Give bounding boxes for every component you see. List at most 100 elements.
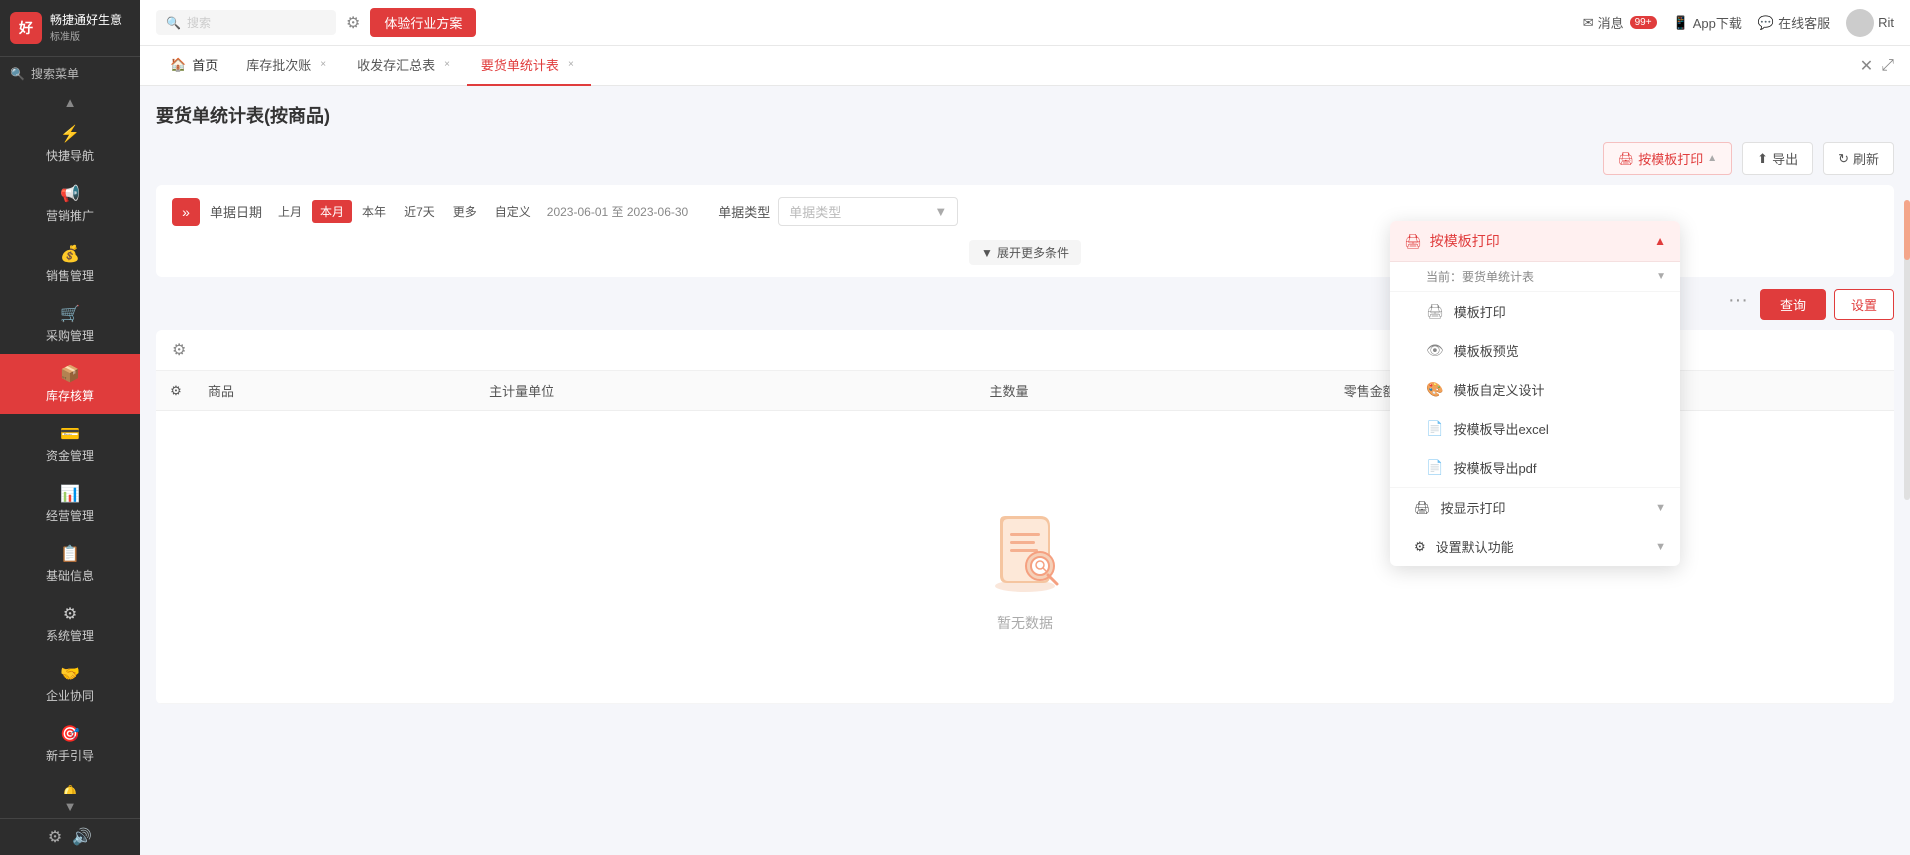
sidebar-item-enterprise[interactable]: 🤝 企业协同 [0, 654, 140, 714]
sidebar-item-finance[interactable]: 💳 资金管理 [0, 414, 140, 474]
print-dropdown-header[interactable]: 🖨 按模板打印 ▲ [1390, 221, 1680, 262]
order-type-dropdown[interactable]: 单据类型 ▼ [778, 197, 958, 226]
print-set-default-sub[interactable]: ⚙ 设置默认功能 ▼ [1390, 527, 1680, 566]
sidebar-scroll-down[interactable]: ▼ [0, 794, 140, 818]
col-unit: 主计量单位 [477, 371, 977, 411]
sidebar-item-purchase[interactable]: 🛒 采购管理 [0, 294, 140, 354]
action-area: 🖨 按模板打印 ▲ ⬆ 导出 ↻ 刷新 [156, 142, 1894, 175]
date-range-display: 2023-06-01 至 2023-06-30 [547, 203, 688, 220]
template-preview-label: 模板板预览 [1454, 341, 1519, 360]
template-export-excel-icon: 📄 [1426, 420, 1443, 437]
operations-icon: 📊 [60, 484, 80, 504]
tab-collection-summary-close[interactable]: × [441, 58, 453, 71]
topbar-search-text: 搜索 [187, 14, 211, 31]
sidebar-item-label: 采购管理 [46, 327, 94, 344]
sidebar-item-system[interactable]: ⚙ 系统管理 [0, 594, 140, 654]
online-support-label: 在线客服 [1778, 13, 1830, 32]
tab-requisition-stats-label: 要货单统计表 [481, 55, 559, 74]
messages-icon: ✉ [1583, 15, 1594, 31]
trial-button[interactable]: 体验行业方案 [370, 8, 476, 37]
sidebar-item-sales[interactable]: 💰 销售管理 [0, 234, 140, 294]
sidebar-item-label: 资金管理 [46, 447, 94, 464]
sidebar-item-quick-nav[interactable]: ⚡ 快捷导航 [0, 114, 140, 174]
date-tab-custom[interactable]: 自定义 [487, 200, 539, 223]
template-export-excel-label: 按模板导出excel [1453, 419, 1548, 438]
tab-requisition-stats-close[interactable]: × [565, 58, 577, 71]
print-template-preview-item[interactable]: 👁 模板板预览 [1390, 331, 1680, 370]
print-display-print-sub[interactable]: 🖨 按显示打印 ▼ [1390, 488, 1680, 527]
date-tab-last-7-days[interactable]: 近7天 [396, 200, 443, 223]
tab-close-all-icon[interactable]: ✕ [1860, 56, 1873, 76]
guide-icon: 🎯 [60, 724, 80, 744]
date-tab-prev-month[interactable]: 上月 [270, 200, 310, 223]
sidebar-search[interactable]: 🔍 搜索菜单 [0, 57, 140, 90]
sidebar-item-guide[interactable]: 🎯 新手引导 [0, 714, 140, 774]
order-type-label: 单据类型 [718, 202, 770, 221]
right-scroll-thumb[interactable] [1904, 200, 1910, 260]
sidebar-item-operations[interactable]: 📊 经营管理 [0, 474, 140, 534]
app-download-action[interactable]: 📱 App下载 [1673, 13, 1742, 32]
sidebar-item-marketing[interactable]: 📢 营销推广 [0, 174, 140, 234]
tab-requisition-stats[interactable]: 要货单统计表 × [467, 46, 591, 86]
tab-home[interactable]: 🏠 首页 [156, 46, 232, 86]
purchase-icon: 🛒 [60, 304, 80, 324]
tab-batch-account[interactable]: 库存批次账 × [232, 46, 343, 86]
right-scroll-bar[interactable] [1904, 200, 1910, 500]
print-template-design-item[interactable]: 🎨 模板自定义设计 [1390, 370, 1680, 409]
settings-button[interactable]: 设置 [1834, 289, 1894, 320]
col-quantity: 主数量 [978, 371, 1332, 411]
sidebar: 好 畅捷通好生意 标准版 🔍 搜索菜单 ▲ ⚡ 快捷导航 📢 营销推广 💰 销售… [0, 0, 140, 855]
sidebar-item-label: 基础信息 [46, 567, 94, 584]
filter-expand-button[interactable]: » [172, 198, 200, 226]
table-settings-icon[interactable]: ⚙ [172, 340, 186, 360]
query-button[interactable]: 查询 [1760, 289, 1826, 320]
print-current-label: 当前：要货单统计表 [1426, 268, 1534, 285]
print-template-print-item[interactable]: 🖨 模板打印 [1390, 292, 1680, 331]
display-print-icon: 🖨 [1414, 500, 1431, 516]
user-profile-action[interactable]: Rit [1846, 9, 1894, 37]
logo-text-block: 畅捷通好生意 标准版 [50, 13, 122, 44]
sidebar-item-label: 经营管理 [46, 507, 94, 524]
date-tab-current-year[interactable]: 本年 [354, 200, 394, 223]
date-tab-more[interactable]: 更多 [445, 200, 485, 223]
sidebar-item-label: 系统管理 [46, 627, 94, 644]
date-tab-current-month[interactable]: 本月 [312, 200, 352, 223]
print-template-export-pdf-item[interactable]: 📄 按模板导出pdf [1390, 448, 1680, 487]
sidebar-item-app-center[interactable]: 🔔 应用中心 [0, 774, 140, 794]
topbar-gear-icon[interactable]: ⚙ [346, 13, 360, 33]
print-template-export-excel-item[interactable]: 📄 按模板导出excel [1390, 409, 1680, 448]
expand-more-btn[interactable]: ▼ 展开更多条件 [969, 240, 1081, 265]
export-button[interactable]: ⬆ 导出 [1742, 142, 1813, 175]
template-export-pdf-icon: 📄 [1426, 459, 1443, 476]
messages-label: 消息 [1598, 13, 1624, 32]
sidebar-item-label: 营销推广 [46, 207, 94, 224]
sound-bottom-icon[interactable]: 🔊 [72, 827, 92, 847]
topbar-search[interactable]: 🔍 搜索 [156, 10, 336, 35]
more-options-icon[interactable]: ··· [1724, 289, 1752, 320]
expand-more-icon: ▼ [981, 246, 993, 260]
print-current-arrow-icon: ▼ [1656, 271, 1666, 282]
sidebar-bottom: ⚙ 🔊 [0, 818, 140, 855]
refresh-icon: ↻ [1838, 151, 1849, 167]
basic-icon: 📋 [60, 544, 80, 564]
tab-batch-account-close[interactable]: × [317, 58, 329, 71]
sidebar-item-inventory[interactable]: 📦 库存核算 [0, 354, 140, 414]
online-support-action[interactable]: 💬 在线客服 [1758, 13, 1830, 32]
refresh-button[interactable]: ↻ 刷新 [1823, 142, 1894, 175]
print-button[interactable]: 🖨 按模板打印 ▲ [1603, 142, 1732, 175]
main-area: 🔍 搜索 ⚙ 体验行业方案 ✉ 消息 99+ 📱 App下载 💬 在线客服 Ri… [140, 0, 1910, 855]
sidebar-scroll-up[interactable]: ▲ [0, 90, 140, 114]
tab-collection-summary[interactable]: 收发存汇总表 × [343, 46, 467, 86]
tab-maximize-icon[interactable]: ⤢ [1881, 57, 1894, 75]
inventory-icon: 📦 [60, 364, 80, 384]
sidebar-item-basic[interactable]: 📋 基础信息 [0, 534, 140, 594]
logo-tag: 标准版 [50, 28, 122, 43]
messages-action[interactable]: ✉ 消息 99+ [1583, 13, 1657, 32]
settings-bottom-icon[interactable]: ⚙ [48, 827, 62, 847]
col-settings[interactable]: ⚙ [156, 371, 196, 411]
print-current-template[interactable]: 当前：要货单统计表 ▼ [1390, 262, 1680, 292]
col-product: 商品 [196, 371, 477, 411]
print-dropdown-popup: 🖨 按模板打印 ▲ 当前：要货单统计表 ▼ 🖨 模板打印 👁 模板板预览 [1390, 221, 1680, 566]
display-print-label: 按显示打印 [1441, 498, 1506, 517]
set-default-icon: ⚙ [1414, 539, 1426, 555]
